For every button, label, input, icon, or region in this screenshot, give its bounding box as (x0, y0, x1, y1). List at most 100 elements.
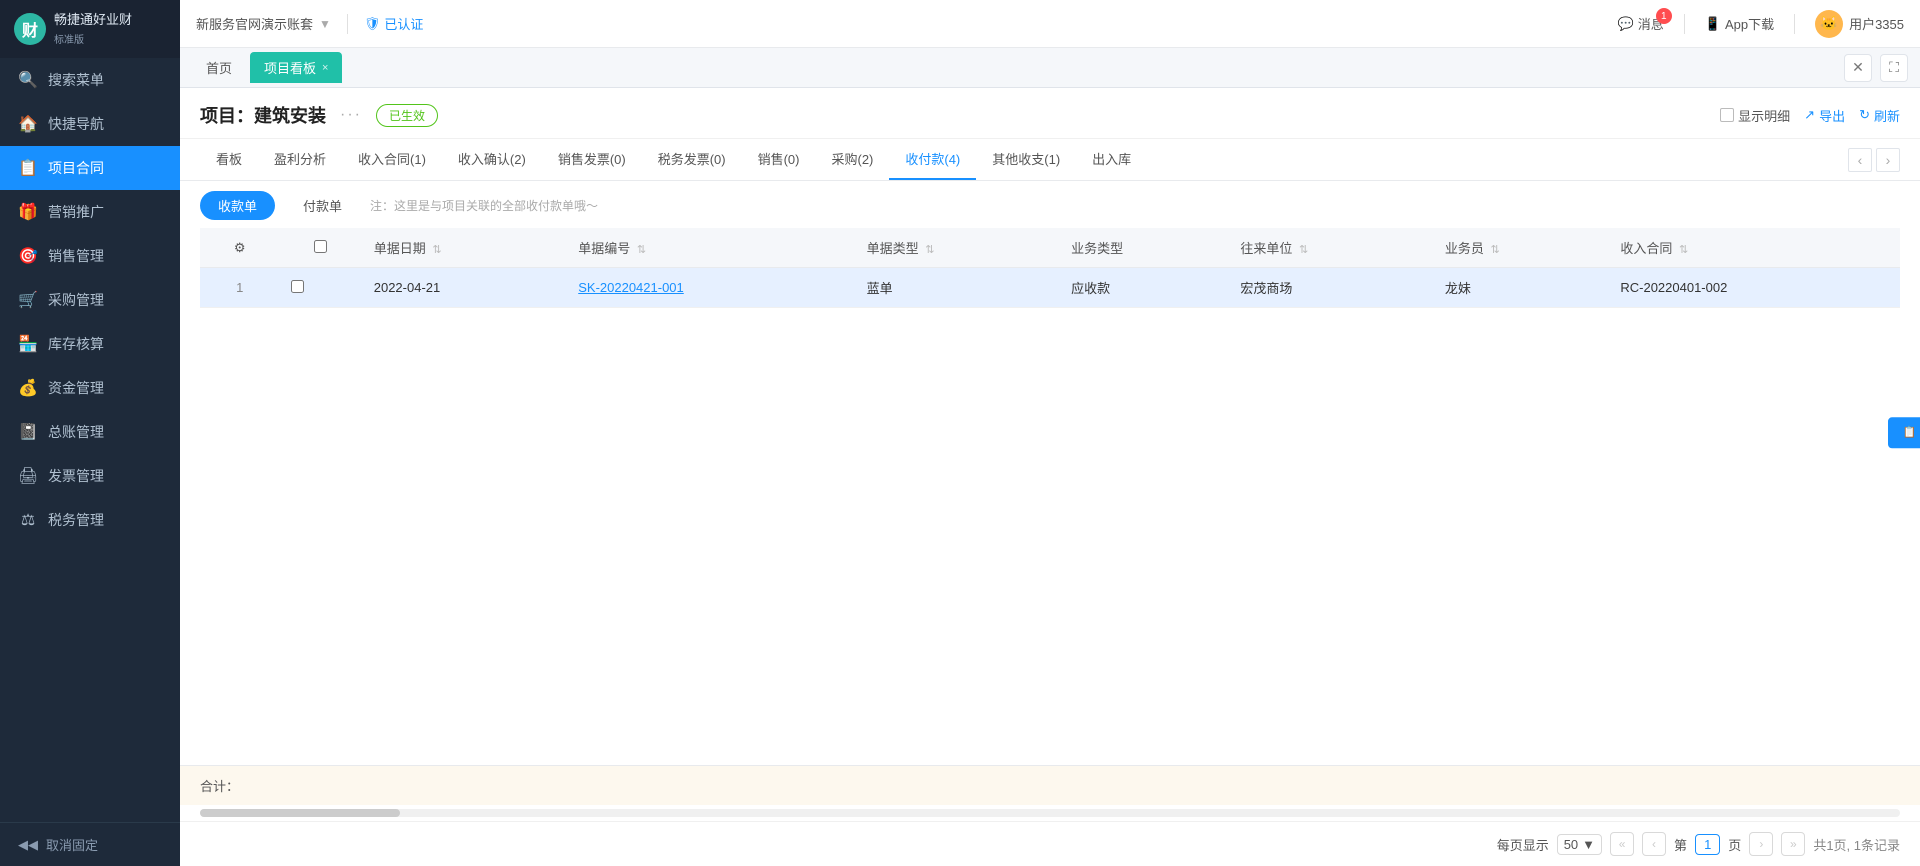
subnav-prev-button[interactable]: ‹ (1848, 148, 1872, 172)
tab-home[interactable]: 首页 (192, 52, 246, 83)
select-all-checkbox[interactable] (314, 240, 327, 253)
subnav-next-button[interactable]: › (1876, 148, 1900, 172)
sidebar-item-label-tax: 税务管理 (48, 510, 104, 530)
sidebar-item-label-ledger: 总账管理 (48, 422, 104, 442)
sidebar: 财 畅捷通好业财 标准版 🔍 搜索菜单 🏠 快捷导航 📋 项目合同 🎁 营销推广… (0, 0, 180, 866)
sidebar-item-tax[interactable]: ⚖ 税务管理 (0, 498, 180, 542)
pin-icon: ◀◀ (18, 837, 38, 853)
subnav-item-payment[interactable]: 收付款(4) (889, 139, 976, 180)
subtab-receipt[interactable]: 收款单 (200, 191, 275, 220)
current-page[interactable]: 1 (1695, 834, 1720, 855)
export-icon: ↗ (1804, 107, 1815, 123)
project-header-actions: 显示明细 ↗ 导出 ↻ 刷新 (1720, 106, 1900, 125)
refresh-button[interactable]: ↻ 刷新 (1859, 106, 1900, 125)
sidebar-item-shortcut[interactable]: 🏠 快捷导航 (0, 102, 180, 146)
sidebar-item-search[interactable]: 🔍 搜索菜单 (0, 58, 180, 102)
topbar-divider2 (1684, 14, 1685, 34)
close-window-button[interactable]: ✕ (1844, 54, 1872, 82)
subtab-payment[interactable]: 付款单 (285, 191, 360, 220)
expand-window-button[interactable]: ⛶ (1880, 54, 1908, 82)
sidebar-item-invoice[interactable]: 🖨 发票管理 (0, 454, 180, 498)
sidebar-item-inventory[interactable]: 🏪 库存核算 (0, 322, 180, 366)
cell-checkbox[interactable] (279, 268, 361, 308)
home-icon: 🏠 (18, 114, 38, 134)
page-size-selector[interactable]: 50 ▼ (1557, 834, 1602, 855)
table-row[interactable]: 1 2022-04-21 SK-20220421-001 蓝单 应收款 宏茂商场… (200, 268, 1900, 308)
main-area: 新服务官网演示账套 ▼ 🛡 已认证 💬 消息 1 📱 App下载 🐱 用户335… (180, 0, 1920, 866)
sort-icon-type: ⇅ (925, 244, 934, 256)
subnav-item-sales[interactable]: 销售(0) (742, 139, 816, 180)
project-header: 项目：建筑安装 ··· 已生效 显示明细 ↗ 导出 ↻ 刷新 (180, 88, 1920, 139)
sidebar-item-purchase[interactable]: 🛒 采购管理 (0, 278, 180, 322)
subnav-item-warehouse[interactable]: 出入库 (1076, 139, 1147, 180)
project-more-button[interactable]: ··· (340, 106, 362, 124)
horizontal-scrollbar[interactable] (200, 809, 1900, 817)
sidebar-item-sales[interactable]: 🎯 销售管理 (0, 234, 180, 278)
col-biz-type: 业务类型 (1059, 228, 1228, 268)
sidebar-item-label-purchase: 采购管理 (48, 290, 104, 310)
subnav-item-sales-invoice[interactable]: 销售发票(0) (542, 139, 642, 180)
col-date[interactable]: 单据日期 ⇅ (362, 228, 567, 268)
printer-icon: 🖨 (18, 466, 38, 486)
tab-project-board-label: 项目看板 (264, 58, 316, 77)
col-number[interactable]: 单据编号 ⇅ (566, 228, 854, 268)
doc-number-link[interactable]: SK-20220421-001 (578, 280, 684, 295)
sidebar-logo: 财 畅捷通好业财 标准版 (0, 0, 180, 58)
subnav-item-kanban[interactable]: 看板 (200, 139, 258, 180)
page-size-label: 每页显示 (1497, 835, 1549, 854)
refresh-label: 刷新 (1874, 106, 1900, 125)
col-settings[interactable]: ⚙ (200, 228, 279, 268)
subnav-item-purchase[interactable]: 采购(2) (815, 139, 889, 180)
scrollbar-thumb[interactable] (200, 809, 400, 817)
subnav-arrows: ‹ › (1848, 148, 1900, 172)
tab-project-board[interactable]: 项目看板 × (250, 52, 342, 83)
first-page-button[interactable]: « (1610, 832, 1634, 856)
sidebar-item-label-search: 搜索菜单 (48, 70, 104, 90)
messages-button[interactable]: 💬 消息 1 (1618, 14, 1664, 33)
subnav-item-revenue-contract[interactable]: 收入合同(1) (342, 139, 442, 180)
cell-number[interactable]: SK-20220421-001 (566, 268, 854, 308)
last-page-button[interactable]: » (1781, 832, 1805, 856)
sidebar-item-finance[interactable]: 💰 资金管理 (0, 366, 180, 410)
export-button[interactable]: ↗ 导出 (1804, 106, 1845, 125)
close-icon[interactable]: × (322, 62, 328, 74)
subnav-item-tax-invoice[interactable]: 税务发票(0) (642, 139, 742, 180)
messages-badge: 1 (1656, 8, 1672, 24)
tabsbar-actions: ✕ ⛶ (1844, 54, 1908, 82)
account-selector[interactable]: 新服务官网演示账套 ▼ (196, 14, 331, 33)
col-salesman[interactable]: 业务员 ⇅ (1433, 228, 1609, 268)
close-icon2: ✕ (1852, 59, 1864, 76)
sidebar-item-contract[interactable]: 📋 项目合同 (0, 146, 180, 190)
cell-type: 蓝单 (855, 268, 1060, 308)
show-detail-checkbox[interactable] (1720, 108, 1734, 122)
prev-page-button[interactable]: ‹ (1642, 832, 1666, 856)
store-icon: 🏪 (18, 334, 38, 354)
sort-icon-contract: ⇅ (1679, 244, 1688, 256)
float-action-button[interactable]: 📋 (1888, 417, 1920, 448)
subnav-item-other-income[interactable]: 其他收支(1) (976, 139, 1076, 180)
float-action-icon: 📋 (1903, 425, 1915, 440)
topbar: 新服务官网演示账套 ▼ 🛡 已认证 💬 消息 1 📱 App下载 🐱 用户335… (180, 0, 1920, 48)
cell-salesman: 龙妹 (1433, 268, 1609, 308)
next-page-button[interactable]: › (1749, 832, 1773, 856)
sort-icon-number: ⇅ (637, 244, 646, 256)
sidebar-item-label-invoice: 发票管理 (48, 466, 104, 486)
sidebar-item-label-marketing: 营销推广 (48, 202, 104, 222)
app-edition: 标准版 (54, 31, 132, 46)
project-name: 建筑安装 (254, 106, 326, 126)
total-label: 合计： (200, 779, 239, 794)
unpin-button[interactable]: ◀◀ 取消固定 (0, 822, 180, 866)
sidebar-item-ledger[interactable]: 📓 总账管理 (0, 410, 180, 454)
col-type[interactable]: 单据类型 ⇅ (855, 228, 1060, 268)
show-detail-toggle[interactable]: 显示明细 (1720, 106, 1790, 125)
app-download-button[interactable]: 📱 App下载 (1705, 14, 1774, 33)
shield-icon: 🛡 (364, 16, 381, 32)
col-contract[interactable]: 收入合同 ⇅ (1608, 228, 1900, 268)
col-partner[interactable]: 往来单位 ⇅ (1228, 228, 1433, 268)
user-menu[interactable]: 🐱 用户3355 (1815, 10, 1904, 38)
row-checkbox[interactable] (291, 280, 304, 293)
target-icon: 🎯 (18, 246, 38, 266)
sidebar-item-marketing[interactable]: 🎁 营销推广 (0, 190, 180, 234)
subnav-item-revenue-confirm[interactable]: 收入确认(2) (442, 139, 542, 180)
subnav-item-profit[interactable]: 盈利分析 (258, 139, 342, 180)
